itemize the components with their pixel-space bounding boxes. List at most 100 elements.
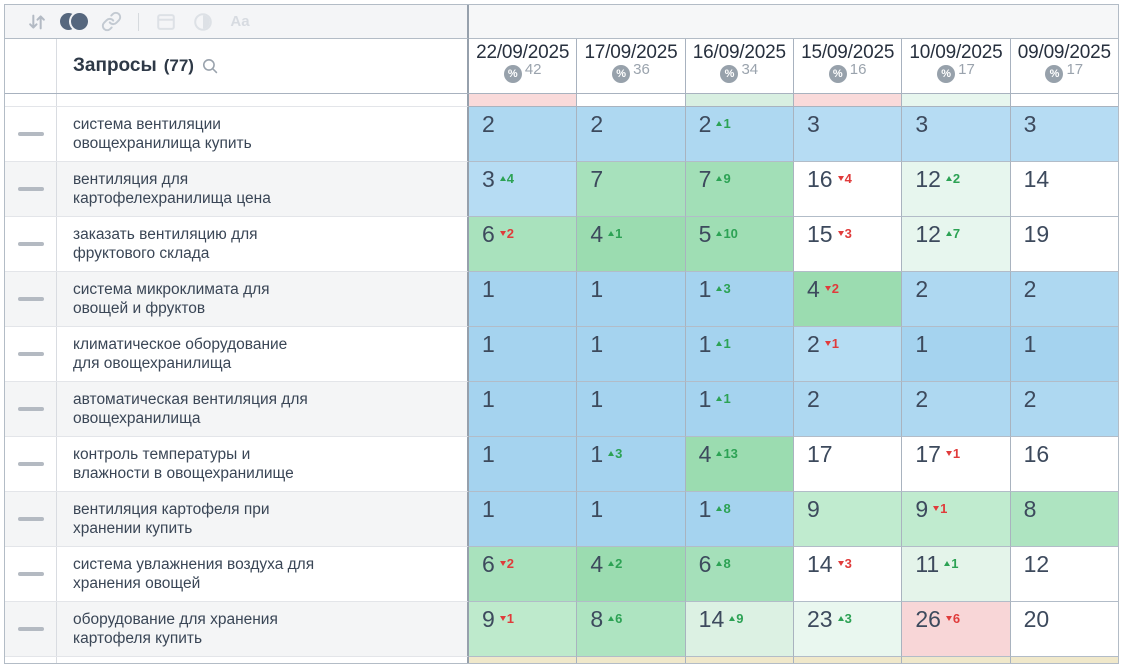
position-cell[interactable]: 41 [576, 217, 685, 272]
position-cell[interactable]: 79 [684, 162, 793, 217]
position-cell[interactable]: 7 [576, 162, 685, 217]
position-cell[interactable]: 11 1 [901, 547, 1010, 602]
position-cell[interactable]: 1 [469, 272, 577, 327]
row-drag-handle[interactable] [5, 382, 57, 436]
position-cell[interactable]: 1 [1009, 327, 1118, 382]
row-drag-handle[interactable] [5, 492, 57, 546]
row-drag-handle[interactable] [5, 437, 57, 491]
position-cell[interactable]: 5 10 [684, 217, 793, 272]
position-cell[interactable]: 1 [576, 492, 685, 547]
keyword-label[interactable]: автоматическая вентиляция для овощехрани… [57, 382, 467, 436]
compare-circles-icon[interactable] [60, 9, 88, 35]
position-cell[interactable]: 14 9 [684, 602, 793, 657]
date-column-header[interactable]: 22/09/2025 % 42 [469, 39, 576, 93]
position-cell[interactable]: 42 [576, 547, 685, 602]
position-cell[interactable]: 12 7 [901, 217, 1010, 272]
position-cell[interactable]: 14 3 [792, 547, 902, 602]
position-cell[interactable]: 2 [901, 382, 1010, 437]
compare-circles-glyph [60, 13, 88, 30]
row-drag-handle[interactable] [5, 327, 57, 381]
position-cell[interactable]: 12 [1009, 547, 1118, 602]
position-cell[interactable]: 17 1 [901, 437, 1010, 492]
position-cells: 62 41 5 10 15 3 12 7 19 [469, 217, 1118, 272]
keyword-label[interactable]: оборудование для хранения картофеля купи… [57, 602, 467, 656]
position-cell[interactable]: 23 3 [792, 602, 902, 657]
date-column-header[interactable]: 16/09/2025 % 34 [684, 39, 793, 93]
position-cell[interactable]: 2 [901, 272, 1010, 327]
date-column-header[interactable]: 10/09/2025 % 17 [901, 39, 1009, 93]
keyword-label[interactable]: вентиляция для картофелехранилища цена [57, 162, 467, 216]
position-cell[interactable]: 3 [792, 107, 902, 162]
queries-column-header[interactable]: Запросы (77) [57, 39, 467, 93]
position-cell[interactable]: 2 [576, 107, 685, 162]
row-drag-handle[interactable] [5, 107, 57, 161]
position-cell[interactable]: 1 [576, 382, 685, 437]
keyword-label[interactable]: система вентиляции овощехранилища купить [57, 107, 467, 161]
position-cell[interactable]: 13 [576, 437, 685, 492]
position-cell[interactable]: 1 [469, 382, 577, 437]
position-change: 6 [945, 611, 960, 626]
position-cell[interactable]: 1 [469, 327, 577, 382]
position-cell[interactable]: 19 [1009, 217, 1118, 272]
date-column-header[interactable]: 15/09/2025 % 16 [792, 39, 901, 93]
position-cell[interactable]: 2 [792, 382, 902, 437]
position-cell[interactable]: 21 [792, 327, 902, 382]
search-icon[interactable] [201, 57, 220, 76]
position-cell[interactable]: 2 [1009, 382, 1118, 437]
position-cell[interactable]: 11 [684, 327, 793, 382]
position-value: 1 [482, 441, 495, 467]
position-cell[interactable]: 2 [1009, 272, 1118, 327]
row-drag-handle[interactable] [5, 272, 57, 326]
position-cell[interactable]: 3 [901, 107, 1010, 162]
date-column-header[interactable]: 09/09/2025 % 17 [1009, 39, 1118, 93]
position-cell[interactable]: 16 [1009, 437, 1118, 492]
position-cell[interactable]: 62 [469, 217, 577, 272]
keyword-label[interactable]: заказать вентиляцию для фруктового склад… [57, 217, 467, 271]
position-cell[interactable]: 42 [792, 272, 902, 327]
position-cell[interactable]: 20 [1009, 602, 1118, 657]
position-cell[interactable]: 2 [469, 107, 577, 162]
position-cell[interactable]: 34 [469, 162, 577, 217]
position-change: 3 [837, 611, 852, 626]
position-cell[interactable]: 91 [901, 492, 1010, 547]
position-cell[interactable]: 1 [576, 272, 685, 327]
position-cell[interactable]: 18 [684, 492, 793, 547]
position-cell[interactable]: 1 [576, 327, 685, 382]
position-cell[interactable]: 86 [576, 602, 685, 657]
position-cell[interactable]: 21 [684, 107, 793, 162]
position-cell[interactable]: 11 [684, 382, 793, 437]
position-cell[interactable]: 12 2 [901, 162, 1010, 217]
row-drag-handle[interactable] [5, 217, 57, 271]
position-cell[interactable]: 15 3 [792, 217, 902, 272]
position-cell[interactable]: 4 13 [684, 437, 793, 492]
position-cell[interactable]: 17 [792, 437, 902, 492]
row-drag-handle[interactable] [5, 547, 57, 601]
row-drag-handle[interactable] [5, 162, 57, 216]
position-cell[interactable]: 1 [469, 437, 577, 492]
position-cell[interactable]: 1 [469, 492, 577, 547]
sort-icon[interactable] [23, 9, 51, 35]
position-cell[interactable]: 3 [1009, 107, 1118, 162]
date-column-header[interactable]: 17/09/2025 % 36 [576, 39, 684, 93]
position-cell[interactable]: 14 [1009, 162, 1118, 217]
position-cell[interactable]: 68 [684, 547, 793, 602]
position-cell[interactable]: 16 4 [792, 162, 902, 217]
position-cell[interactable]: 26 6 [901, 602, 1010, 657]
position-cell[interactable]: 13 [684, 272, 793, 327]
row-drag-handle[interactable] [5, 602, 57, 656]
position-cell[interactable]: 62 [469, 547, 577, 602]
keyword-label[interactable]: вентиляция картофеля при хранении купить [57, 492, 467, 546]
table-body: система вентиляции овощехранилища купить… [5, 94, 1118, 663]
keyword-label[interactable]: контроль температуры и влажности в овоще… [57, 437, 467, 491]
position-cell[interactable]: 1 [901, 327, 1010, 382]
keyword-label[interactable]: климатическое оборудование для овощехран… [57, 327, 467, 381]
partial-row-bottom-cells [469, 657, 1118, 663]
position-cell[interactable]: 9 [792, 492, 902, 547]
position-cell[interactable]: 91 [469, 602, 577, 657]
drag-handle-icon [17, 242, 44, 246]
position-cell[interactable]: 8 [1009, 492, 1118, 547]
keyword-label[interactable]: система микроклимата для овощей и фрукто… [57, 272, 467, 326]
keyword-area: климатическое оборудование для овощехран… [5, 327, 469, 382]
keyword-label[interactable]: система увлажнения воздуха для хранения … [57, 547, 467, 601]
link-icon[interactable] [97, 9, 125, 35]
